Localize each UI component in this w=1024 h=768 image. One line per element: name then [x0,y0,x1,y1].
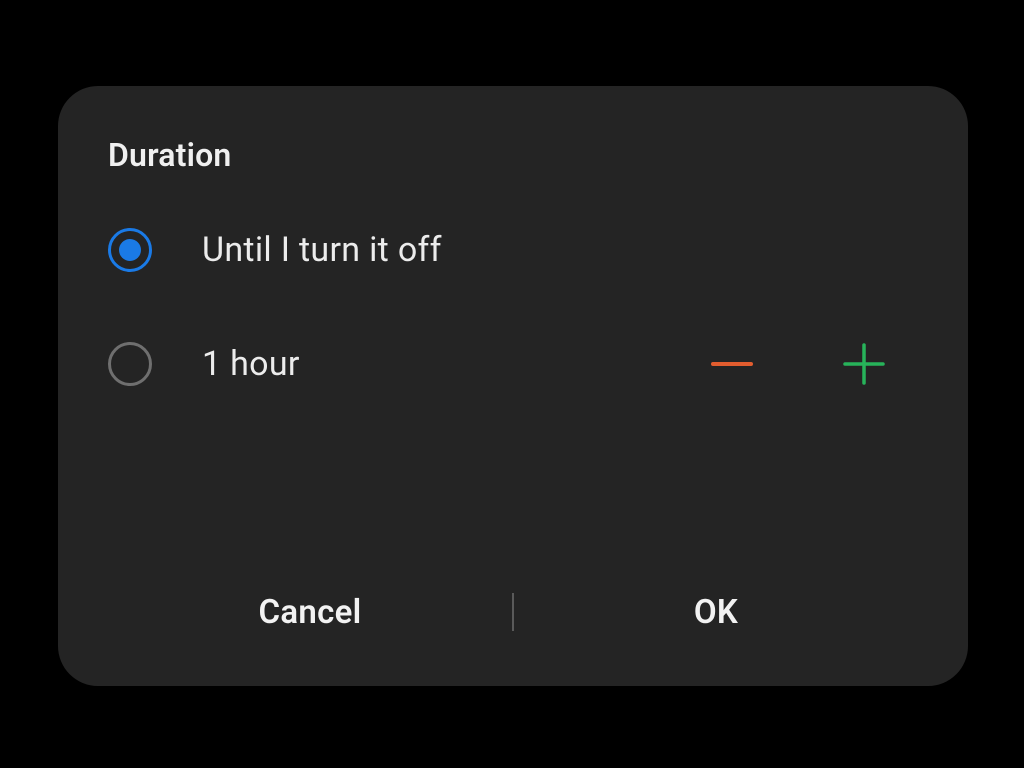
dialog-button-bar: Cancel OK [108,562,918,662]
radio-timed[interactable] [108,342,152,386]
dialog-title: Duration [108,136,918,174]
plus-icon [842,342,886,386]
minus-icon [711,362,753,366]
decrease-duration-button[interactable] [708,340,756,388]
radio-dot-icon [119,239,141,261]
cancel-button[interactable]: Cancel [108,593,512,632]
increase-duration-button[interactable] [840,340,888,388]
option-timed-label: 1 hour [202,344,708,384]
ok-button[interactable]: OK [514,593,918,632]
option-timed[interactable]: 1 hour [108,336,918,392]
option-until-off[interactable]: Until I turn it off [108,222,918,278]
radio-until-off[interactable] [108,228,152,272]
duration-dialog: Duration Until I turn it off 1 hour Canc… [58,86,968,686]
duration-stepper [708,340,888,388]
option-until-off-label: Until I turn it off [202,230,918,270]
